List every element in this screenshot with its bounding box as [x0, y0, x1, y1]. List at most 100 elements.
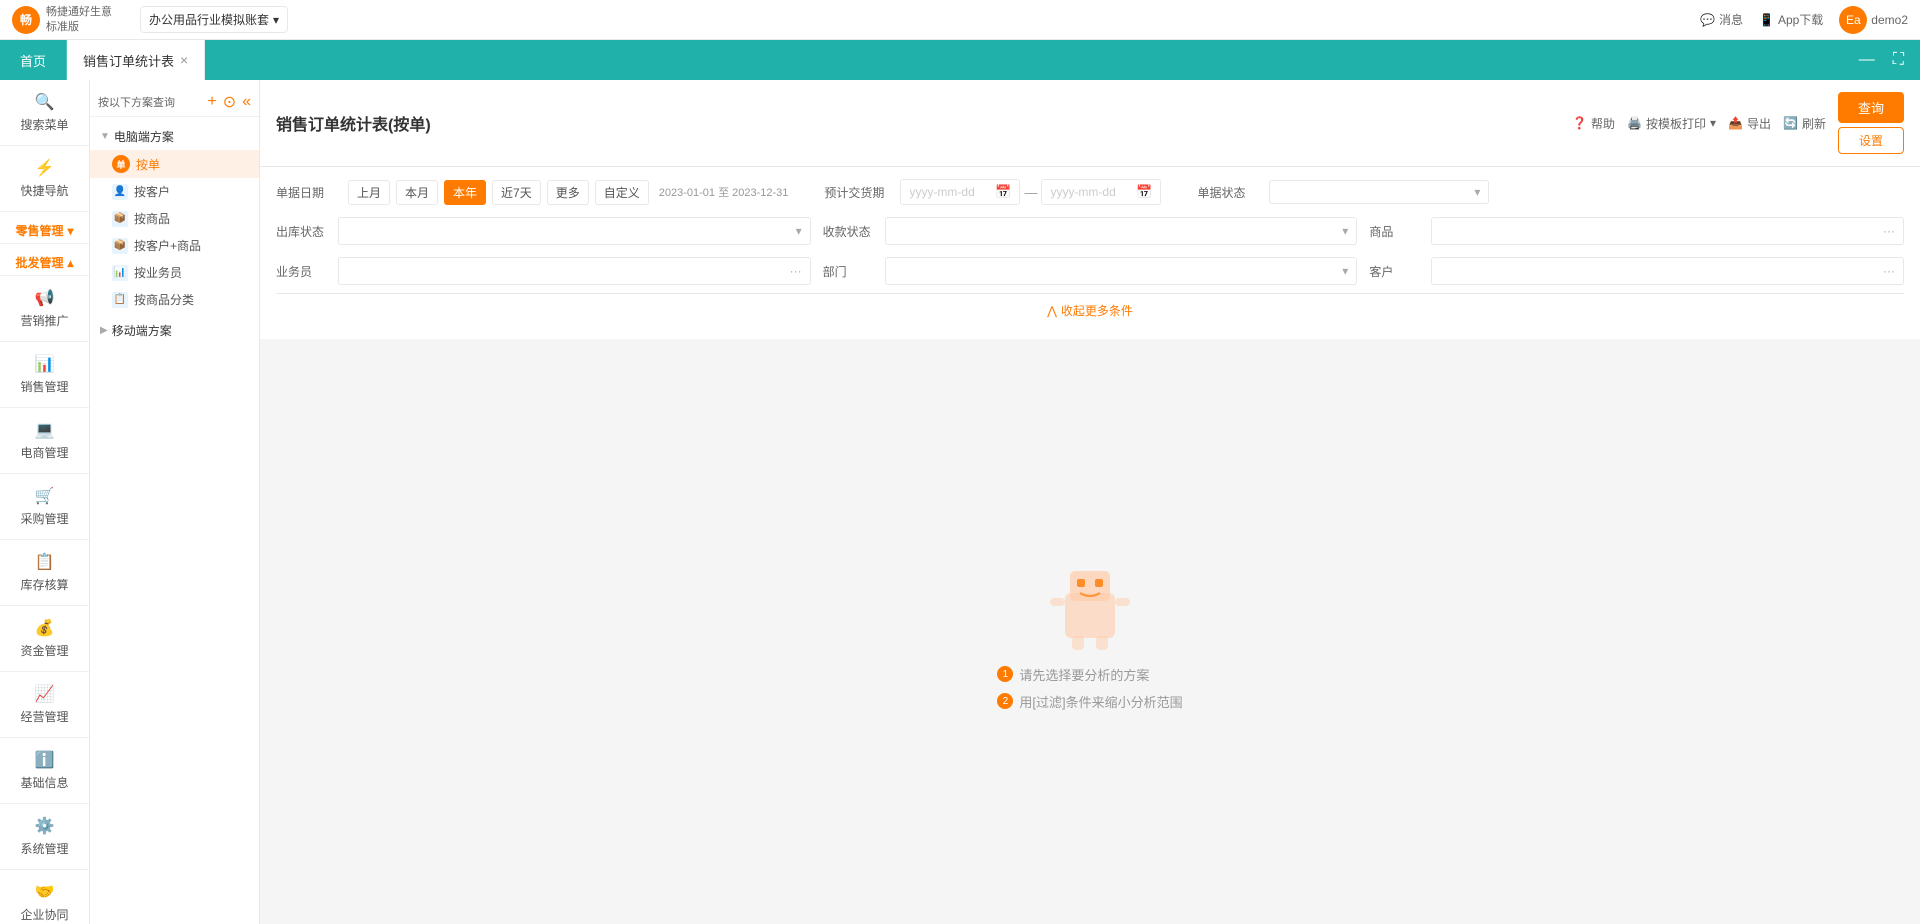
top-bar-right: 💬 消息 📱 App下载 Ea demo2	[1700, 6, 1908, 34]
user-area[interactable]: Ea demo2	[1839, 6, 1908, 34]
logo-area: 畅 畅捷通好生意 标准版	[12, 5, 112, 34]
company-selector[interactable]: 办公用品行业模拟账套 ▾	[140, 6, 288, 33]
filter-row-3: 业务员 ··· 部门 ▾ 客户	[276, 257, 1904, 285]
inventory-icon: 📋	[35, 552, 55, 572]
search-icon: 🔍	[35, 92, 55, 112]
goods-input[interactable]: ···	[1431, 217, 1904, 245]
sidebar-item-basic-info[interactable]: ℹ️ 基础信息	[0, 738, 89, 804]
status-chevron-icon: ▾	[1474, 185, 1480, 199]
date-btn-7days[interactable]: 近7天	[492, 180, 541, 205]
expected-date-label: 预计交货期	[824, 184, 884, 201]
sidebar-item-search[interactable]: 🔍 搜索菜单	[0, 80, 89, 146]
settings-btn[interactable]: 设置	[1838, 127, 1904, 154]
payment-cell: 收款状态 ▾	[823, 217, 1358, 245]
page-title: 销售订单统计表(按单)	[276, 111, 431, 135]
logo-text: 畅捷通好生意 标准版	[46, 5, 112, 34]
sidebar-item-enterprise[interactable]: 🤝 企业协同	[0, 870, 89, 924]
salesperson-more-icon[interactable]: ···	[790, 264, 802, 278]
sidebar-item-business[interactable]: 📈 经营管理	[0, 672, 89, 738]
query-btn[interactable]: 查询	[1838, 92, 1904, 123]
shipping-select[interactable]: ▾	[338, 217, 811, 245]
tree-item-by-customer[interactable]: 👤 按客户	[90, 178, 259, 205]
tree-item-by-category[interactable]: 📋 按商品分类	[90, 286, 259, 313]
dept-label: 部门	[823, 263, 879, 280]
page-header: 销售订单统计表(按单) ❓ 帮助 🖨️ 按模板打印 ▾ 📤	[260, 80, 1920, 167]
finance-icon: 💰	[35, 618, 55, 638]
calendar-start-icon[interactable]: 📅	[995, 184, 1011, 200]
status-select[interactable]: ▾	[1269, 180, 1489, 204]
sidebar-item-ecommerce[interactable]: 💻 电商管理	[0, 408, 89, 474]
sidebar-item-wholesale[interactable]: 批发管理 ▴	[0, 244, 89, 276]
pc-section-title[interactable]: ▼ 电脑端方案	[90, 123, 259, 150]
customer-more-icon[interactable]: ···	[1883, 264, 1895, 278]
export-btn[interactable]: 📤 导出	[1728, 115, 1771, 132]
print-chevron-icon: ▾	[1710, 116, 1716, 130]
calendar-end-icon[interactable]: 📅	[1136, 184, 1152, 200]
ecommerce-icon: 💻	[35, 420, 55, 440]
purchase-icon: 🛒	[35, 486, 55, 506]
expected-date-start[interactable]: yyyy-mm-dd 📅	[900, 179, 1020, 205]
date-btn-custom[interactable]: 自定义	[595, 180, 649, 205]
empty-state-illustration	[1040, 553, 1140, 653]
page-title-row: 销售订单统计表(按单) ❓ 帮助 🖨️ 按模板打印 ▾ 📤	[276, 92, 1904, 154]
date-btn-last-month[interactable]: 上月	[348, 180, 390, 205]
main-layout: 🔍 搜索菜单 ⚡ 快捷导航 零售管理 ▾ 批发管理 ▴ 📢 营销推广 📊 销售管…	[0, 80, 1920, 924]
refresh-btn[interactable]: 🔄 刷新	[1783, 115, 1826, 132]
panel-toolbar: 按以下方案查询 + ⊙ «	[90, 88, 259, 117]
help-btn[interactable]: ❓ 帮助	[1572, 115, 1615, 132]
filter-area: 单据日期 上月 本月 本年 近7天 更多 自定义 2023-01-01 至 20…	[260, 167, 1920, 339]
page-actions: ❓ 帮助 🖨️ 按模板打印 ▾ 📤 导出 �	[1572, 92, 1904, 154]
sidebar-item-inventory[interactable]: 📋 库存核算	[0, 540, 89, 606]
tab-home[interactable]: 首页	[0, 40, 67, 80]
tree-item-by-order[interactable]: 单 按单	[90, 150, 259, 178]
tree-collapse-icon: ▶	[100, 325, 108, 336]
dept-select[interactable]: ▾	[885, 257, 1358, 285]
help-icon: ❓	[1572, 116, 1587, 130]
refresh-icon: 🔄	[1783, 116, 1798, 130]
template-print-btn[interactable]: 🖨️ 按模板打印 ▾	[1627, 115, 1716, 132]
dept-cell: 部门 ▾	[823, 257, 1358, 285]
top-bar-left: 畅 畅捷通好生意 标准版 办公用品行业模拟账套 ▾	[12, 5, 288, 34]
sales-icon: 📊	[35, 354, 55, 374]
customer-input[interactable]: ···	[1431, 257, 1904, 285]
salesperson-input[interactable]: ···	[338, 257, 811, 285]
message-btn[interactable]: 💬 消息	[1700, 11, 1743, 28]
sidebar-item-sales[interactable]: 📊 销售管理	[0, 342, 89, 408]
goods-more-icon[interactable]: ···	[1883, 224, 1895, 238]
sidebar-item-finance[interactable]: 💰 资金管理	[0, 606, 89, 672]
info-icon: ℹ️	[35, 750, 55, 770]
sidebar-item-retail[interactable]: 零售管理 ▾	[0, 212, 89, 244]
sidebar-item-quick-nav[interactable]: ⚡ 快捷导航	[0, 146, 89, 212]
salesperson-label: 业务员	[276, 263, 332, 280]
quick-nav-icon: ⚡	[35, 158, 55, 178]
tree-item-by-customer-goods[interactable]: 📦 按客户+商品	[90, 232, 259, 259]
tab-close-btn[interactable]: ×	[180, 52, 188, 68]
tab-maximize-btn[interactable]: ⛶	[1887, 49, 1910, 71]
panel-add-btn[interactable]: +	[207, 93, 216, 111]
sidebar-item-system[interactable]: ⚙️ 系统管理	[0, 804, 89, 870]
tree-item-by-salesperson[interactable]: 📊 按业务员	[90, 259, 259, 286]
tab-minimize-btn[interactable]: —	[1853, 49, 1881, 71]
expected-date-end[interactable]: yyyy-mm-dd 📅	[1041, 179, 1161, 205]
left-panel: 按以下方案查询 + ⊙ « ▼ 电脑端方案 单 按单 👤 按客户	[90, 80, 260, 924]
payment-chevron-icon: ▾	[1342, 224, 1348, 238]
goods-label: 商品	[1369, 223, 1425, 240]
right-action-btns: 查询 设置	[1838, 92, 1904, 154]
mobile-section-title[interactable]: ▶ 移动端方案	[90, 317, 259, 344]
app-download-btn[interactable]: 📱 App下载	[1759, 11, 1823, 28]
status-label: 单据状态	[1197, 184, 1253, 201]
filter-row-2: 出库状态 ▾ 收款状态 ▾ 商品	[276, 217, 1904, 245]
sidebar-item-marketing[interactable]: 📢 营销推广	[0, 276, 89, 342]
sidebar-item-purchase[interactable]: 🛒 采购管理	[0, 474, 89, 540]
date-btn-this-year[interactable]: 本年	[444, 180, 486, 205]
date-btn-more[interactable]: 更多	[547, 180, 589, 205]
tab-sales-order-stats[interactable]: 销售订单统计表 ×	[67, 40, 205, 80]
payment-select[interactable]: ▾	[885, 217, 1358, 245]
hint-num-2: 2	[997, 693, 1013, 709]
panel-collapse-btn[interactable]: «	[242, 93, 251, 111]
tree-item-by-goods[interactable]: 📦 按商品	[90, 205, 259, 232]
date-btn-this-month[interactable]: 本月	[396, 180, 438, 205]
chevron-up-icon: ▴	[67, 256, 73, 270]
panel-edit-btn[interactable]: ⊙	[223, 92, 236, 112]
collapse-bar[interactable]: ⋀ 收起更多条件	[276, 293, 1904, 327]
